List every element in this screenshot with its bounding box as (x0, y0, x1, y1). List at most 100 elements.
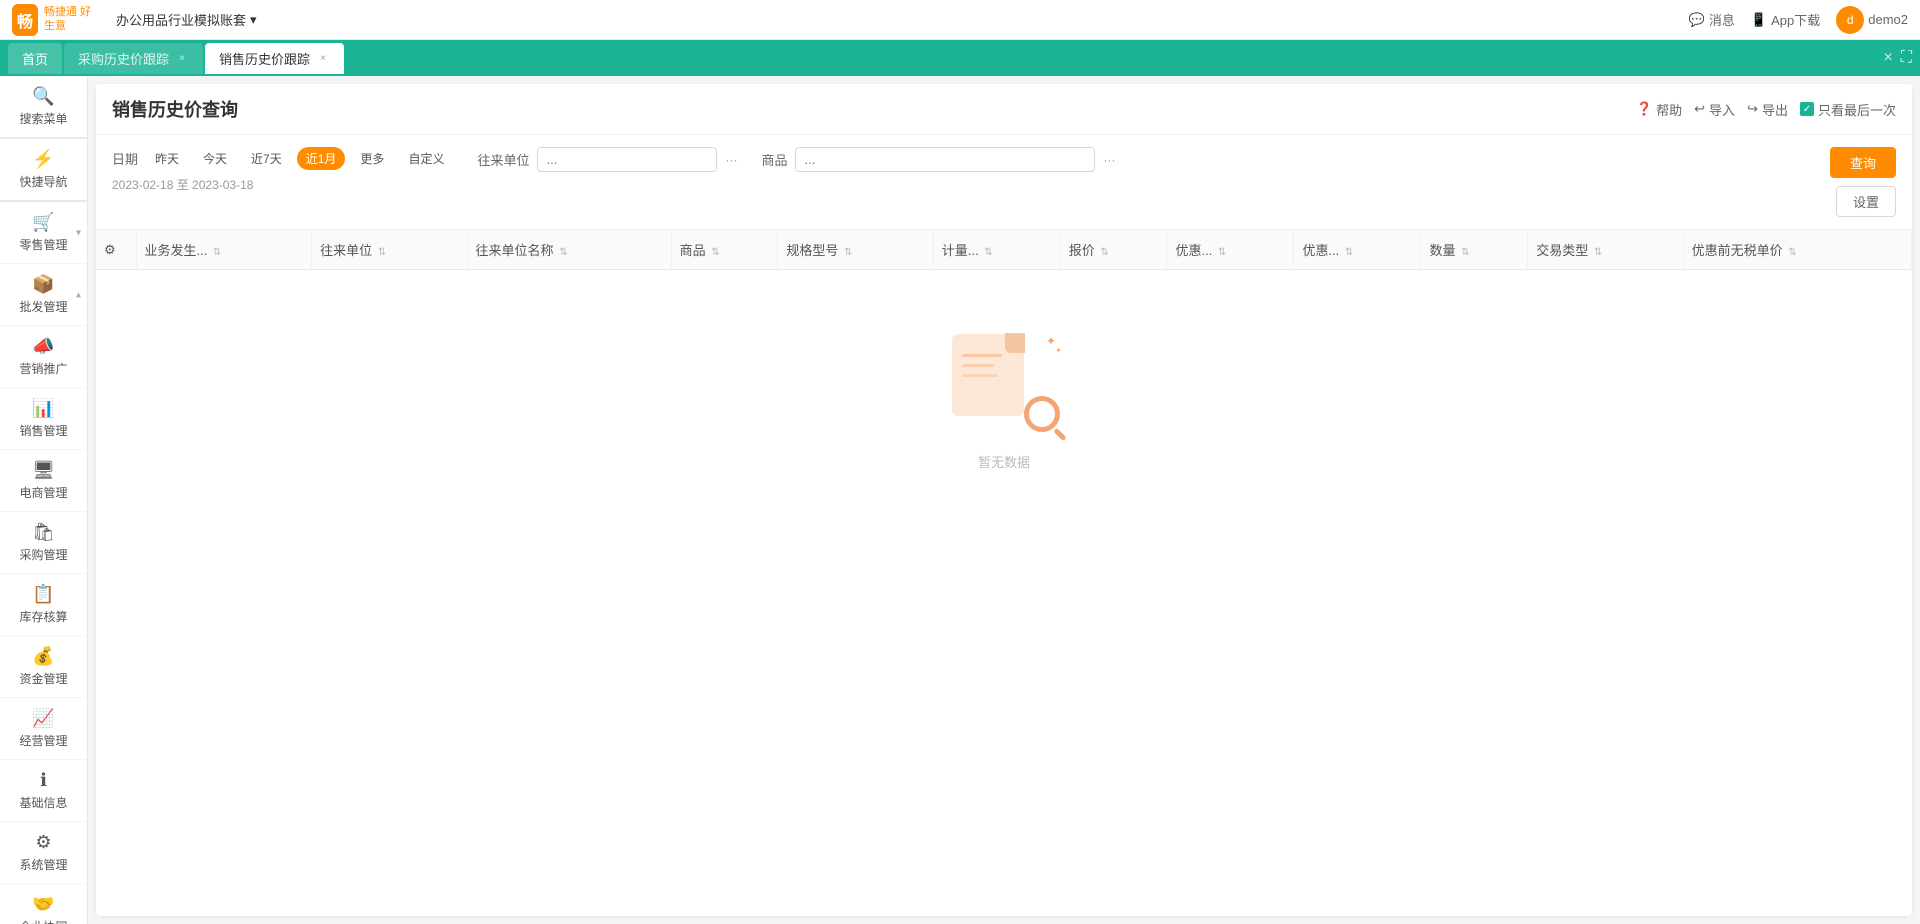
help-icon: ❓ (1636, 101, 1652, 117)
empty-text: 暂无数据 (978, 452, 1030, 471)
sidebar-item-label: 电商管理 (19, 484, 67, 501)
col-gear[interactable]: ⚙ (96, 230, 136, 270)
tab-purchase-close[interactable]: × (175, 51, 189, 65)
close-all-tabs-button[interactable]: × (1883, 49, 1892, 67)
partner-input[interactable] (537, 147, 717, 172)
partner-more[interactable]: ··· (725, 153, 737, 167)
sidebar-item-inventory[interactable]: 📋 库存核算 (0, 574, 87, 636)
operations-icon: 📈 (32, 708, 54, 729)
sort-icon: ⇅ (213, 247, 221, 258)
sidebar-item-label: 系统管理 (19, 856, 67, 873)
export-label: 导出 (1762, 100, 1788, 119)
sidebar-item-retail[interactable]: 🛒 零售管理 ▾ (0, 202, 87, 264)
col-spec[interactable]: 规格型号 ⇅ (778, 230, 933, 270)
app-download-label: App下载 (1771, 10, 1820, 29)
page-container: 销售历史价查询 ❓ 帮助 ↩ 导入 ↪ 导出 ✓ (96, 84, 1912, 916)
wholesale-icon: 📦 (32, 274, 54, 295)
query-button[interactable]: 查询 (1830, 147, 1896, 178)
date-filter-row: 日期 昨天 今天 近7天 近1月 更多 自定义 (112, 147, 453, 170)
col-qty[interactable]: 数量 ⇅ (1421, 230, 1528, 270)
date-btn-more[interactable]: 更多 (351, 147, 393, 170)
sidebar-item-search[interactable]: 🔍 搜索菜单 (0, 76, 87, 139)
sidebar-item-shortcut[interactable]: ⚡ 快捷导航 (0, 139, 87, 202)
partner-label: 往来单位 (477, 150, 529, 169)
date-btn-custom[interactable]: 自定义 (399, 147, 453, 170)
tab-sales[interactable]: 销售历史价跟踪 × (205, 43, 344, 74)
data-table: ⚙ 业务发生... ⇅ 往来单位 ⇅ 往来单位名称 (96, 230, 1912, 270)
date-btn-1month[interactable]: 近1月 (297, 147, 346, 170)
import-button[interactable]: ↩ 导入 (1694, 100, 1735, 119)
tab-purchase[interactable]: 采购历史价跟踪 × (64, 43, 203, 74)
sidebar-item-label: 零售管理 (19, 236, 67, 253)
product-input[interactable] (795, 147, 1095, 172)
app-download-button[interactable]: 📱 App下载 (1751, 10, 1820, 29)
table-container: ⚙ 业务发生... ⇅ 往来单位 ⇅ 往来单位名称 (96, 230, 1912, 916)
col-biz-date[interactable]: 业务发生... ⇅ (136, 230, 312, 270)
date-btn-7days[interactable]: 近7天 (242, 147, 291, 170)
col-trade-type-label: 交易类型 (1536, 243, 1588, 258)
product-more[interactable]: ··· (1103, 153, 1115, 167)
message-button[interactable]: 💬 消息 (1689, 10, 1735, 29)
message-icon: 💬 (1689, 12, 1705, 28)
sidebar-item-label: 经营管理 (19, 732, 67, 749)
content-area: 销售历史价查询 ❓ 帮助 ↩ 导入 ↪ 导出 ✓ (88, 76, 1920, 924)
col-discount2-label: 优惠... (1302, 243, 1339, 258)
only-last-checkbox[interactable]: ✓ 只看最后一次 (1800, 100, 1896, 119)
sidebar-item-operations[interactable]: 📈 经营管理 (0, 698, 87, 760)
sort-icon: ⇅ (1345, 247, 1353, 258)
col-product[interactable]: 商品 ⇅ (671, 230, 778, 270)
sidebar-item-purchase-mgmt[interactable]: 🛍 采购管理 (0, 512, 87, 574)
col-partner-code[interactable]: 往来单位 ⇅ (312, 230, 467, 270)
col-no-tax-price-label: 优惠前无税单价 (1692, 243, 1783, 258)
logo-icon: 畅 (12, 4, 38, 36)
sort-icon: ⇅ (1461, 247, 1469, 258)
sort-icon: ⇅ (1218, 247, 1226, 258)
tab-bar-right: × ⛶ (1883, 49, 1912, 67)
sidebar-item-wholesale[interactable]: 📦 批发管理 ▴ (0, 264, 87, 326)
only-last-label: 只看最后一次 (1818, 100, 1896, 119)
sidebar-item-enterprise[interactable]: 🤝 企业协同 (0, 884, 87, 924)
col-qty-label: 数量 (1429, 243, 1455, 258)
page-actions: ❓ 帮助 ↩ 导入 ↪ 导出 ✓ 只看最后一次 (1636, 100, 1896, 119)
export-button[interactable]: ↪ 导出 (1747, 100, 1788, 119)
col-trade-type[interactable]: 交易类型 ⇅ (1528, 230, 1683, 270)
header-right: 💬 消息 📱 App下载 d demo2 (1689, 6, 1908, 34)
help-button[interactable]: ❓ 帮助 (1636, 100, 1682, 119)
sidebar-item-marketing[interactable]: 📣 营销推广 (0, 326, 87, 388)
col-discount2[interactable]: 优惠... ⇅ (1294, 230, 1421, 270)
sidebar-item-system[interactable]: ⚙ 系统管理 (0, 822, 87, 884)
col-partner-name[interactable]: 往来单位名称 ⇅ (467, 230, 671, 270)
sidebar-item-finance[interactable]: 💰 资金管理 (0, 636, 87, 698)
user-avatar-button[interactable]: d demo2 (1836, 6, 1908, 34)
sidebar-item-basics[interactable]: ℹ 基础信息 (0, 760, 87, 822)
sidebar-item-label: 库存核算 (19, 608, 67, 625)
col-partner-code-label: 往来单位 (320, 243, 372, 258)
fullscreen-button[interactable]: ⛶ (1901, 49, 1912, 67)
col-biz-date-label: 业务发生... (145, 243, 208, 258)
tab-sales-close[interactable]: × (316, 51, 330, 65)
sidebar-item-label: 批发管理 (19, 298, 67, 315)
empty-state: ✦ ✦ 暂无数据 (96, 270, 1912, 531)
purchase-mgmt-icon: 🛍 (32, 522, 55, 543)
chevron-down-icon: ▾ (250, 12, 257, 28)
workspace-selector[interactable]: 办公用品行业模拟账套 ▾ (108, 6, 265, 33)
date-btn-today[interactable]: 今天 (194, 147, 236, 170)
tab-home[interactable]: 首页 (8, 43, 62, 74)
product-label: 商品 (761, 150, 787, 169)
search-icon: 🔍 (32, 86, 54, 107)
import-label: 导入 (1709, 100, 1735, 119)
ecommerce-icon: 🖥 (32, 460, 55, 481)
checkbox-icon: ✓ (1800, 102, 1814, 116)
col-discount1[interactable]: 优惠... ⇅ (1167, 230, 1294, 270)
setting-button[interactable]: 设置 (1836, 186, 1896, 217)
col-unit[interactable]: 计量... ⇅ (933, 230, 1060, 270)
sort-icon: ⇅ (711, 247, 719, 258)
sidebar-item-ecommerce[interactable]: 🖥 电商管理 (0, 450, 87, 512)
sidebar-item-sales-mgmt[interactable]: 📊 销售管理 (0, 388, 87, 450)
sidebar-item-label: 搜索菜单 (19, 110, 67, 127)
tab-sales-label: 销售历史价跟踪 (219, 49, 310, 68)
date-btn-yesterday[interactable]: 昨天 (146, 147, 188, 170)
logo-area: 畅 畅捷通 好生意 (12, 4, 100, 36)
col-no-tax-price[interactable]: 优惠前无税单价 ⇅ (1683, 230, 1911, 270)
col-price[interactable]: 报价 ⇅ (1060, 230, 1167, 270)
